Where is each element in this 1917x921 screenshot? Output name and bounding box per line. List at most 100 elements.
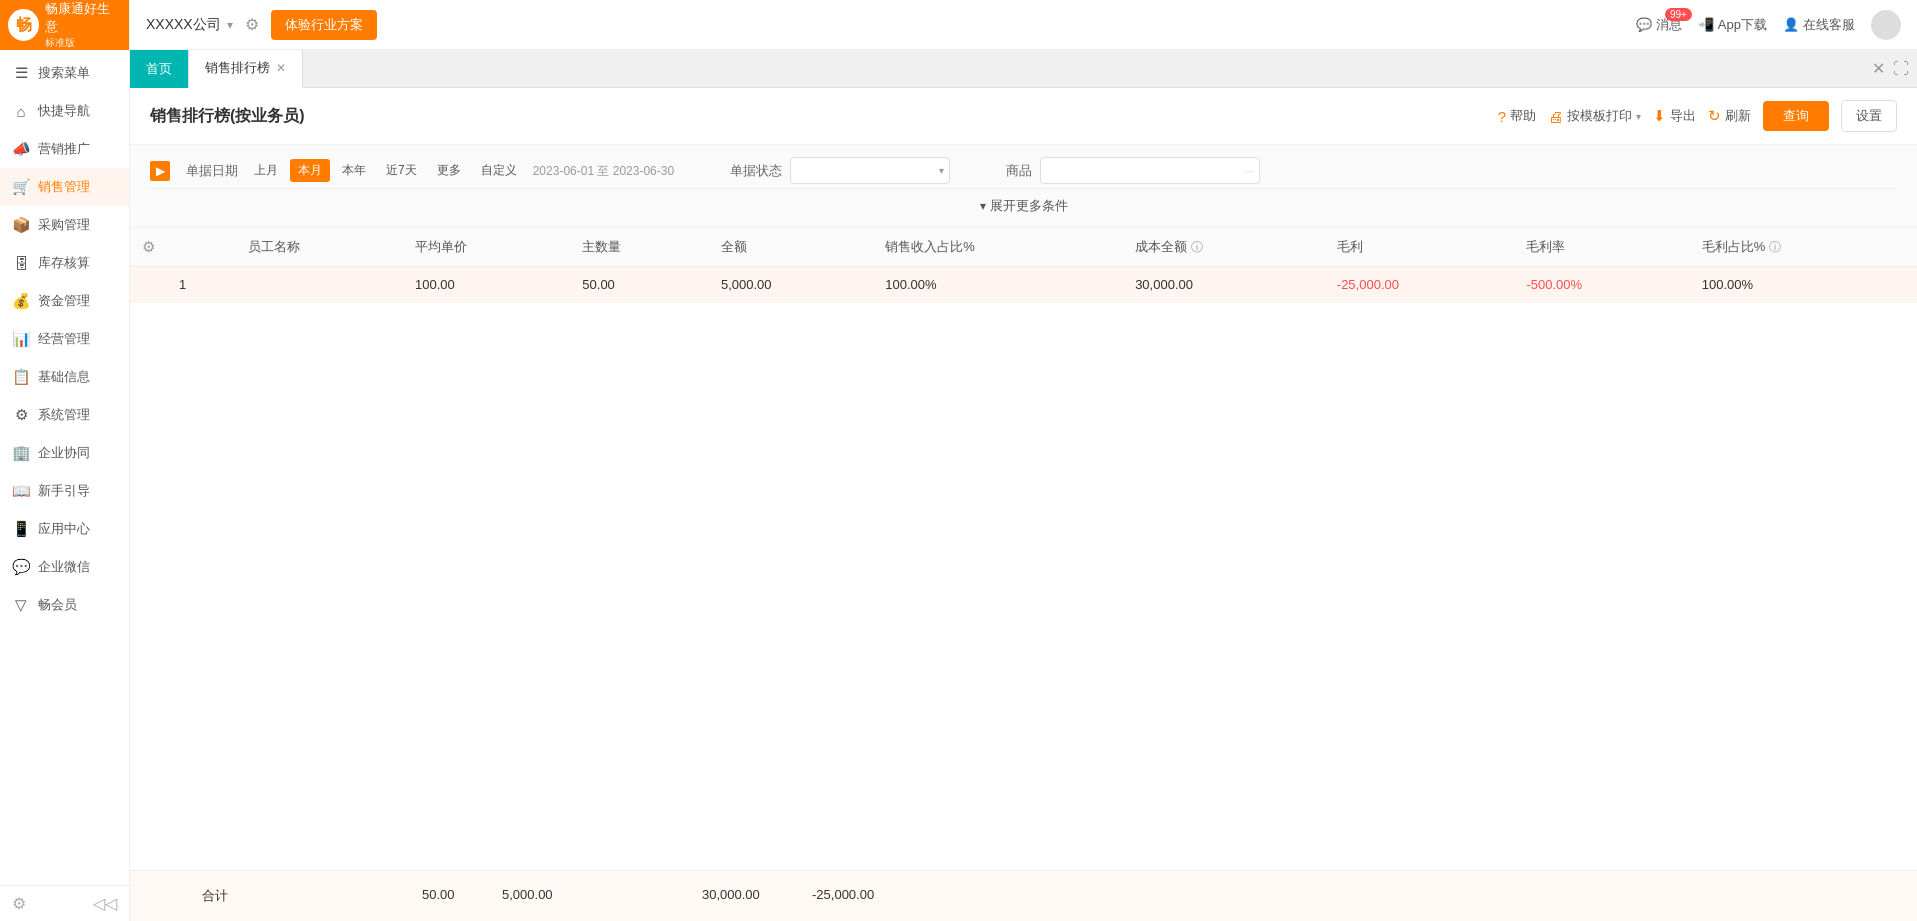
page-actions: ? 帮助 🖨 按模板打印 ▾ ⬇ 导出 ↻ 刷新 查询 设置 [1498,100,1897,132]
setting-button[interactable]: 设置 [1841,100,1897,132]
collapse-icon[interactable]: ◁◁ [93,894,117,913]
refresh-button[interactable]: ↻ 刷新 [1708,107,1751,125]
cell-settings [130,267,167,303]
data-table: ⚙ 员工名称 平均单价 主数量 全额 销售收入占比% 成本全额 ⓘ 毛利 [130,228,1917,303]
message-badge: 99+ [1665,8,1692,21]
finance-icon: 💰 [12,292,30,310]
status-select[interactable] [790,157,950,184]
help-icon: ? [1498,108,1506,125]
sidebar-item-sales[interactable]: 🛒 销售管理 [0,168,129,206]
sidebar-item-basic-info[interactable]: 📋 基础信息 [0,358,129,396]
sidebar-item-operation[interactable]: 📊 经营管理 [0,320,129,358]
weixin-icon: 💬 [12,558,30,576]
help-button[interactable]: ? 帮助 [1498,107,1536,125]
sidebar-bottom: ⚙ ◁◁ [0,885,129,921]
tab-sales-rank[interactable]: 销售排行榜 ✕ [189,50,303,88]
export-button[interactable]: ⬇ 导出 [1653,107,1696,125]
purchase-icon: 📦 [12,216,30,234]
app-download-button[interactable]: 📲 App下载 [1698,16,1767,34]
message-button[interactable]: 💬 消息 99+ [1636,16,1682,34]
sidebar-item-system[interactable]: ⚙ 系统管理 [0,396,129,434]
user-avatar[interactable] [1871,10,1901,40]
tab-close-all-icon[interactable]: ✕ [1872,59,1885,78]
main-area: XXXXX公司 ▾ ⚙ 体验行业方案 💬 消息 99+ 📲 App下载 👤 在线… [130,0,1917,921]
table-header-row: ⚙ 员工名称 平均单价 主数量 全额 销售收入占比% 成本全额 ⓘ 毛利 [130,228,1917,267]
page-title: 销售排行榜(按业务员) [150,106,305,127]
sidebar-item-inventory[interactable]: 🗄 库存核算 [0,244,129,282]
filter-area: ▶ 单据日期 上月 本月 本年 近7天 更多 自定义 2023-06-01 至 … [130,145,1917,228]
marketing-icon: 📣 [12,140,30,158]
query-button[interactable]: 查询 [1763,101,1829,131]
print-button[interactable]: 🖨 按模板打印 ▾ [1548,107,1641,125]
goods-filter: 商品 ··· [1006,157,1260,184]
status-select-wrap: ▾ [790,157,950,184]
header-settings-icon[interactable]: ⚙ [245,15,259,34]
online-service-button[interactable]: 👤 在线客服 [1783,16,1855,34]
page-content: 销售排行榜(按业务员) ? 帮助 🖨 按模板打印 ▾ ⬇ 导出 ↻ 刷新 [130,88,1917,921]
tab-maximize-icon[interactable]: ⛶ [1893,60,1909,78]
system-icon: ⚙ [12,406,30,424]
cell-avg-price: 100.00 [403,267,570,303]
sidebar-item-search[interactable]: ☰ 搜索菜单 [0,54,129,92]
tab-home-label: 首页 [146,60,172,78]
guide-icon: 📖 [12,482,30,500]
sidebar-item-purchase[interactable]: 📦 采购管理 [0,206,129,244]
footer-empty1 [130,881,160,911]
tab-sales-rank-label: 销售排行榜 [205,59,270,77]
sidebar-item-marketing[interactable]: 📣 营销推广 [0,130,129,168]
footer-sales-pct [590,881,690,911]
print-icon: 🖨 [1548,108,1563,125]
app-center-icon: 📱 [12,520,30,538]
home-icon: ⌂ [12,102,30,120]
status-filter: 单据状态 ▾ [730,157,950,184]
tab-home[interactable]: 首页 [130,50,189,88]
sales-icon: 🛒 [12,178,30,196]
cell-sales-pct: 100.00% [873,267,1123,303]
cell-gross-rate: -500.00% [1514,267,1689,303]
date-tab-this-year[interactable]: 本年 [334,159,374,182]
col-settings-icon[interactable]: ⚙ [142,238,155,255]
table-footer: 合计 50.00 5,000.00 30,000.00 -25,000.00 [130,870,1917,921]
expand-more-btn[interactable]: ▾ 展开更多条件 [150,188,1897,215]
goods-select-wrap: ··· [1040,157,1260,184]
date-tab-custom[interactable]: 自定义 [473,159,525,182]
download-icon: 📲 [1698,17,1714,32]
company-selector[interactable]: XXXXX公司 ▾ [146,16,233,34]
sidebar-nav: ☰ 搜索菜单 ⌂ 快捷导航 📣 营销推广 🛒 销售管理 📦 采购管理 🗄 库存核… [0,50,129,885]
operation-icon: 📊 [12,330,30,348]
date-range: 2023-06-01 至 2023-06-30 [533,163,674,180]
sidebar-item-finance[interactable]: 💰 资金管理 [0,282,129,320]
logo-icon: 畅 [8,9,39,41]
cell-gross: -25,000.00 [1325,267,1515,303]
sidebar-item-weixin[interactable]: 💬 企业微信 [0,548,129,586]
date-tab-last-month[interactable]: 上月 [246,159,286,182]
trial-button[interactable]: 体验行业方案 [271,10,377,40]
date-tab-7days[interactable]: 近7天 [378,159,425,182]
tab-close-icon[interactable]: ✕ [276,61,286,75]
cell-gross-pct: 100.00% [1690,267,1917,303]
footer-label: 合计 [190,881,310,911]
app-download-label: App下载 [1718,16,1767,34]
page-header: 销售排行榜(按业务员) ? 帮助 🖨 按模板打印 ▾ ⬇ 导出 ↻ 刷新 [130,88,1917,145]
sidebar-item-quick-nav[interactable]: ⌂ 快捷导航 [0,92,129,130]
tab-bar-actions: ✕ ⛶ [1872,59,1917,78]
settings-bottom-icon[interactable]: ⚙ [12,894,26,913]
col-amount: 全额 [709,228,873,267]
print-dropdown-arrow: ▾ [1636,111,1641,122]
filter-expand-arrow[interactable]: ▶ [150,161,170,181]
date-tab-more[interactable]: 更多 [429,159,469,182]
date-tab-this-month[interactable]: 本月 [290,159,330,182]
sidebar-item-enterprise[interactable]: 🏢 企业协同 [0,434,129,472]
cell-name [236,267,403,303]
footer-amount: 5,000.00 [490,881,590,911]
goods-input[interactable] [1040,157,1260,184]
date-filter: 单据日期 上月 本月 本年 近7天 更多 自定义 2023-06-01 至 20… [186,159,674,182]
sidebar-item-app-center[interactable]: 📱 应用中心 [0,510,129,548]
sidebar: 畅 畅康通好生意 标准版 ☰ 搜索菜单 ⌂ 快捷导航 📣 营销推广 🛒 销售管理… [0,0,130,921]
goods-label: 商品 [1006,162,1032,180]
cost-info-icon[interactable]: ⓘ [1191,240,1203,254]
sidebar-item-member[interactable]: ▽ 畅会员 [0,586,129,624]
col-avg-price: 平均单价 [403,228,570,267]
gross-pct-info-icon[interactable]: ⓘ [1769,240,1781,254]
sidebar-item-guide[interactable]: 📖 新手引导 [0,472,129,510]
